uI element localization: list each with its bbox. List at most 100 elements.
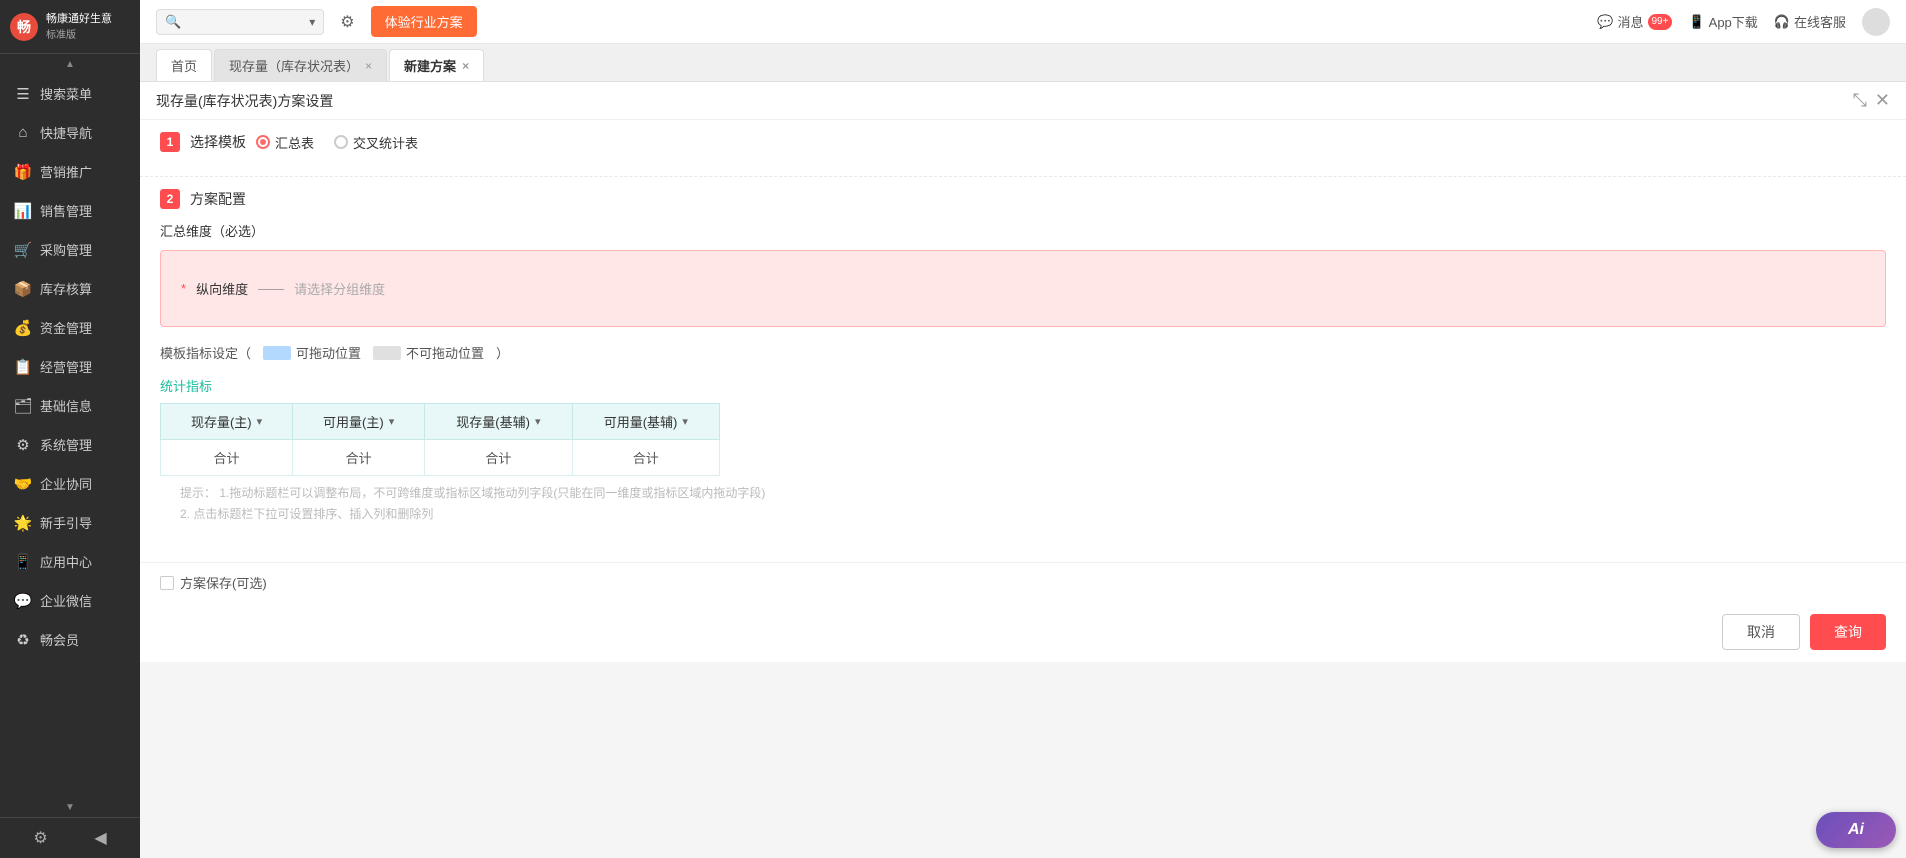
search-dropdown-icon[interactable]: ▾ <box>309 15 315 29</box>
tab-new-plan[interactable]: 新建方案 × <box>389 49 484 81</box>
tab-inventory-close[interactable]: × <box>365 59 372 73</box>
sidebar-label-new-guide: 新手引导 <box>40 513 92 532</box>
step2-label: 方案配置 <box>190 189 246 209</box>
sidebar-icon-new-guide: 🌟 <box>14 514 32 532</box>
sidebar: 畅 畅康通好生意 标准版 ▲ ☰ 搜索菜单 ⌂ 快捷导航 🎁 营销推广 📊 销售… <box>0 0 140 858</box>
dimension-placeholder: 请选择分组维度 <box>294 279 385 298</box>
ai-fab-label: Ai <box>1848 821 1864 839</box>
ai-fab-button[interactable]: Ai <box>1816 812 1896 848</box>
step2-section: 2 方案配置 汇总维度（必选） * 纵向维度 —— 请选择分组维度 模板指标设定… <box>140 177 1906 562</box>
logo-icon: 畅 <box>10 13 38 41</box>
sidebar-item-finance[interactable]: 💰 资金管理 <box>0 308 140 347</box>
radio-cross-label: 交叉统计表 <box>353 133 418 152</box>
sidebar-item-new-guide[interactable]: 🌟 新手引导 <box>0 503 140 542</box>
dimension-label: 纵向维度 <box>196 279 248 298</box>
sidebar-icon-quick-nav: ⌂ <box>14 124 32 142</box>
sidebar-icon-cooperation: 🤝 <box>14 475 32 493</box>
draggable-box <box>263 346 291 360</box>
user-avatar[interactable] <box>1862 8 1890 36</box>
sidebar-label-operations: 经营管理 <box>40 357 92 376</box>
stats-table: 现存量(主) ▾ 可用量(主) ▾ <box>160 403 720 476</box>
col2-header[interactable]: 可用量(主) ▾ <box>293 404 425 440</box>
topbar: 🔍 ▾ ⚙ 体验行业方案 💬 消息 99+ 📱 App下载 🎧 在线客服 <box>140 0 1906 44</box>
sidebar-icon-system: ⚙ <box>14 436 32 454</box>
sidebar-label-app-center: 应用中心 <box>40 552 92 571</box>
sidebar-item-cooperation[interactable]: 🤝 企业协同 <box>0 464 140 503</box>
sidebar-icon-inventory: 📦 <box>14 280 32 298</box>
panel-header: 现存量(库存状况表)方案设置 ⤡ ✕ <box>140 82 1906 120</box>
sidebar-item-search-menu[interactable]: ☰ 搜索菜单 <box>0 74 140 113</box>
content-area: 现存量(库存状况表)方案设置 ⤡ ✕ 1 选择模板 汇总表 <box>140 82 1906 858</box>
tabs-bar: 首页 现存量（库存状况表） × 新建方案 × <box>140 44 1906 82</box>
tab-new-plan-label: 新建方案 <box>404 56 456 75</box>
sidebar-scroll-up[interactable]: ▲ <box>0 54 140 74</box>
search-input[interactable] <box>185 15 305 29</box>
col1-value: 合计 <box>161 440 293 476</box>
expand-icon[interactable]: ⤡ <box>1853 90 1867 111</box>
sidebar-item-operations[interactable]: 📋 经营管理 <box>0 347 140 386</box>
sidebar-item-marketing[interactable]: 🎁 营销推广 <box>0 152 140 191</box>
customer-service-item[interactable]: 🎧 在线客服 <box>1774 12 1846 31</box>
col4-header[interactable]: 可用量(基辅) ▾ <box>572 404 719 440</box>
message-icon: 💬 <box>1597 14 1613 30</box>
topbar-right: 💬 消息 99+ 📱 App下载 🎧 在线客服 <box>1597 8 1890 36</box>
settings-gear-icon[interactable]: ⚙ <box>340 12 354 32</box>
col3-header[interactable]: 现存量(基辅) ▾ <box>425 404 572 440</box>
step1-header: 1 选择模板 汇总表 交叉统计表 <box>160 132 1886 152</box>
sidebar-item-app-center[interactable]: 📱 应用中心 <box>0 542 140 581</box>
sidebar-label-finance: 资金管理 <box>40 318 92 337</box>
sidebar-icon-sales: 📊 <box>14 202 32 220</box>
trial-button[interactable]: 体验行业方案 <box>371 6 477 37</box>
tab-inventory-status[interactable]: 现存量（库存状况表） × <box>214 49 387 81</box>
col4-label: 可用量(基辅) <box>604 412 678 431</box>
sidebar-label-purchase: 采购管理 <box>40 240 92 259</box>
non-draggable-indicator: 不可拖动位置 <box>373 343 484 362</box>
step2-number: 2 <box>160 189 180 209</box>
sidebar-item-vip[interactable]: ♻ 畅会员 <box>0 620 140 659</box>
app-download-label: App下载 <box>1709 12 1758 31</box>
sidebar-scroll-down[interactable]: ▼ <box>0 797 140 817</box>
col1-chevron: ▾ <box>257 415 263 428</box>
panel-title: 现存量(库存状况表)方案设置 <box>156 91 333 111</box>
settings-icon[interactable]: ⚙ <box>33 828 47 848</box>
dimension-box[interactable]: * 纵向维度 —— 请选择分组维度 <box>160 250 1886 327</box>
sidebar-label-system: 系统管理 <box>40 435 92 454</box>
sidebar-item-basic-info[interactable]: 🗂 基础信息 <box>0 386 140 425</box>
sidebar-icon-basic-info: 🗂 <box>14 397 32 415</box>
sidebar-icon-wechat: 💬 <box>14 592 32 610</box>
col1-header[interactable]: 现存量(主) ▾ <box>161 404 293 440</box>
cancel-button[interactable]: 取消 <box>1722 614 1800 650</box>
sidebar-item-purchase[interactable]: 🛒 采购管理 <box>0 230 140 269</box>
radio-cross[interactable]: 交叉统计表 <box>334 133 418 152</box>
tab-new-plan-close[interactable]: × <box>462 59 469 73</box>
col2-label: 可用量(主) <box>323 412 384 431</box>
sidebar-item-quick-nav[interactable]: ⌂ 快捷导航 <box>0 113 140 152</box>
radio-summary[interactable]: 汇总表 <box>256 133 314 152</box>
tab-home[interactable]: 首页 <box>156 49 212 81</box>
sidebar-item-wechat[interactable]: 💬 企业微信 <box>0 581 140 620</box>
radio-cross-circle <box>334 135 348 149</box>
save-option-label[interactable]: 方案保存(可选) <box>160 573 1886 592</box>
sidebar-label-cooperation: 企业协同 <box>40 474 92 493</box>
tips-section: 提示： 1.拖动标题栏可以调整布局，不可跨维度或指标区域拖动列字段(只能在同一维… <box>160 476 1886 542</box>
sidebar-label-marketing: 营销推广 <box>40 162 92 181</box>
sidebar-label-sales: 销售管理 <box>40 201 92 220</box>
app-download-item[interactable]: 📱 App下载 <box>1688 12 1757 31</box>
message-badge: 99+ <box>1648 14 1673 30</box>
sidebar-label-quick-nav: 快捷导航 <box>40 123 92 142</box>
col2-value: 合计 <box>293 440 425 476</box>
stats-table-data-row: 合计 合计 合计 合计 <box>161 440 720 476</box>
collapse-icon[interactable]: ◀ <box>94 828 106 848</box>
sidebar-label-wechat: 企业微信 <box>40 591 92 610</box>
sidebar-item-sales[interactable]: 📊 销售管理 <box>0 191 140 230</box>
close-icon[interactable]: ✕ <box>1875 90 1890 111</box>
save-checkbox[interactable] <box>160 576 174 590</box>
messages-item[interactable]: 💬 消息 99+ <box>1597 12 1672 31</box>
sidebar-item-inventory[interactable]: 📦 库存核算 <box>0 269 140 308</box>
search-box[interactable]: 🔍 ▾ <box>156 9 324 35</box>
sidebar-item-system[interactable]: ⚙ 系统管理 <box>0 425 140 464</box>
col3-value: 合计 <box>425 440 572 476</box>
query-button[interactable]: 查询 <box>1810 614 1886 650</box>
headset-icon: 🎧 <box>1774 14 1790 30</box>
tip-line2: 2. 点击标题栏下拉可设置排序、插入列和删除列 <box>180 505 1866 522</box>
